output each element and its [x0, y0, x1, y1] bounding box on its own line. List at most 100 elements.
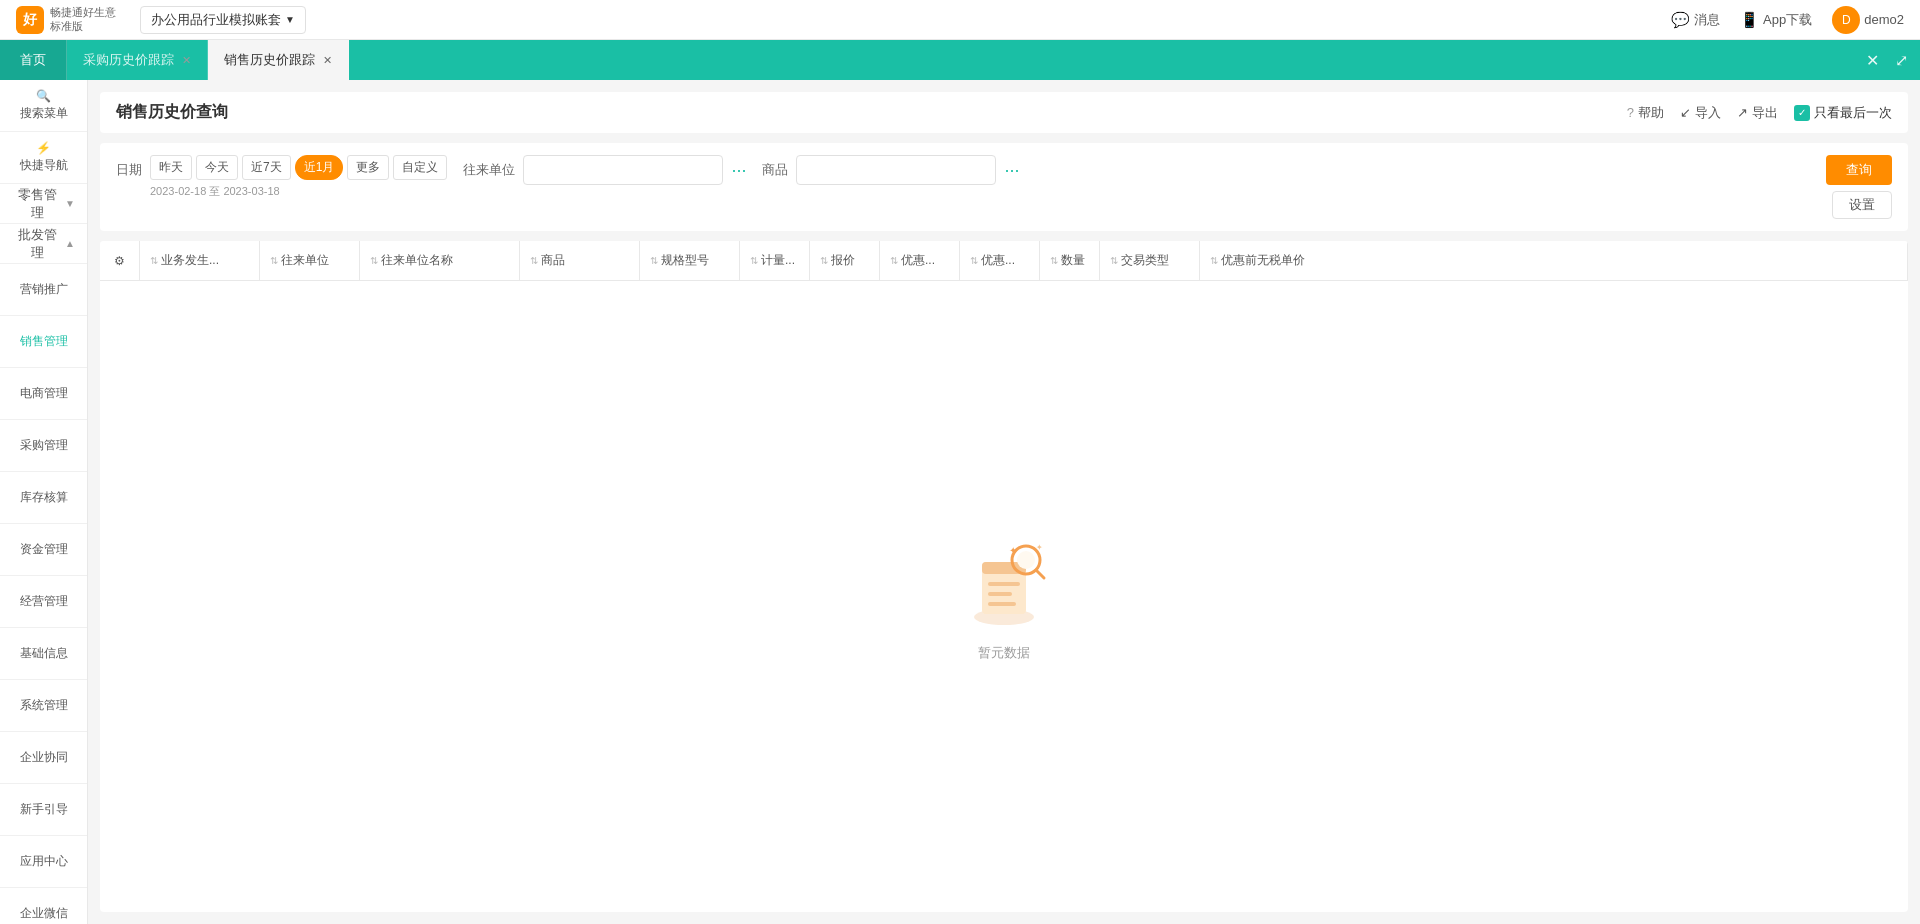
checkbox-icon: ✓: [1794, 105, 1810, 121]
partner-input[interactable]: [523, 155, 723, 185]
sidebar-item-ecommerce[interactable]: 电商管理: [0, 368, 87, 420]
maximize-button[interactable]: ⤢: [1891, 47, 1912, 74]
date-label: 日期: [116, 155, 142, 179]
th-type[interactable]: ⇅ 交易类型: [1100, 241, 1200, 280]
filter-bar: 日期 昨天 今天 近7天 近1月 更多 自定义 2023-02-18 至 202…: [100, 143, 1908, 231]
close-tab-button[interactable]: ✕: [1862, 47, 1883, 74]
sidebar-item-sales[interactable]: 销售管理: [0, 316, 87, 368]
partner-label: 往来单位: [463, 155, 515, 179]
sort-icon-type: ⇅: [1110, 255, 1118, 266]
th-partner-name[interactable]: ⇅ 往来单位名称: [360, 241, 520, 280]
user-menu[interactable]: D demo2: [1832, 6, 1904, 34]
sidebar-item-management[interactable]: 经营管理: [0, 576, 87, 628]
message-icon: 💬: [1671, 11, 1690, 29]
search-icon: 🔍: [36, 89, 51, 103]
sidebar-item-wechat[interactable]: 企业微信: [0, 888, 87, 924]
th-discount2[interactable]: ⇅ 优惠...: [960, 241, 1040, 280]
th-price[interactable]: ⇅ 报价: [810, 241, 880, 280]
sidebar-item-newbie[interactable]: 新手引导: [0, 784, 87, 836]
date-buttons: 昨天 今天 近7天 近1月 更多 自定义: [150, 155, 447, 180]
sidebar-item-search[interactable]: 🔍 搜索菜单: [0, 80, 87, 132]
sidebar-item-inventory[interactable]: 库存核算: [0, 472, 87, 524]
sidebar-item-enterprise[interactable]: 企业协同: [0, 732, 87, 784]
th-qty[interactable]: ⇅ 数量: [1040, 241, 1100, 280]
date-btn-yesterday[interactable]: 昨天: [150, 155, 192, 180]
product-select-button[interactable]: ···: [1004, 161, 1019, 179]
import-icon: ↙: [1680, 105, 1691, 120]
product-label: 商品: [762, 155, 788, 179]
sidebar-item-purchase[interactable]: 采购管理: [0, 420, 87, 472]
th-unit[interactable]: ⇅ 计量...: [740, 241, 810, 280]
svg-text:✦: ✦: [1009, 545, 1017, 556]
export-button[interactable]: ↗ 导出: [1737, 104, 1778, 122]
sort-icon-spec: ⇅: [650, 255, 658, 266]
th-notax[interactable]: ⇅ 优惠前无税单价: [1200, 241, 1908, 280]
sidebar-item-finance[interactable]: 资金管理: [0, 524, 87, 576]
download-icon: 📱: [1740, 11, 1759, 29]
th-partner[interactable]: ⇅ 往来单位: [260, 241, 360, 280]
avatar: D: [1832, 6, 1860, 34]
message-button[interactable]: 💬 消息: [1671, 11, 1720, 29]
logo-text: 畅捷通好生意 标准版: [50, 6, 116, 32]
page-title-actions: ? 帮助 ↙ 导入 ↗ 导出 ✓ 只看最后一次: [1627, 104, 1892, 122]
svg-rect-3: [988, 582, 1020, 586]
date-btn-1month[interactable]: 近1月: [295, 155, 344, 180]
date-btn-7days[interactable]: 近7天: [242, 155, 291, 180]
sidebar: 🔍 搜索菜单 ⚡ 快捷导航 零售管理 ▼ 批发管理 ▲ 营销推广 销售管理 电商…: [0, 80, 88, 924]
help-button[interactable]: ? 帮助: [1627, 104, 1664, 122]
chevron-icon: ▼: [65, 198, 75, 209]
import-button[interactable]: ↙ 导入: [1680, 104, 1721, 122]
logo-area: 好 畅捷通好生意 标准版: [16, 6, 116, 34]
product-input-area: ···: [796, 155, 1019, 185]
sidebar-item-retail[interactable]: 零售管理 ▼: [0, 184, 87, 224]
product-input[interactable]: [796, 155, 996, 185]
sort-icon-qty: ⇅: [1050, 255, 1058, 266]
th-discount1[interactable]: ⇅ 优惠...: [880, 241, 960, 280]
date-btn-custom[interactable]: 自定义: [393, 155, 447, 180]
page-content: 销售历史价查询 ? 帮助 ↙ 导入 ↗ 导出 ✓: [88, 80, 1920, 924]
sidebar-item-appcenter[interactable]: 应用中心: [0, 836, 87, 888]
sort-icon-product: ⇅: [530, 255, 538, 266]
product-filter-group: 商品 ···: [762, 155, 1019, 185]
tab-purchase-history[interactable]: 采购历史价跟踪 ✕: [67, 40, 208, 80]
sidebar-item-wholesale[interactable]: 批发管理 ▲: [0, 224, 87, 264]
sort-icon-discount2: ⇅: [970, 255, 978, 266]
sort-icon-notax: ⇅: [1210, 255, 1218, 266]
sidebar-item-marketing[interactable]: 营销推广: [0, 264, 87, 316]
app-selector[interactable]: 办公用品行业模拟账套 ▼: [140, 6, 306, 34]
th-date[interactable]: ⇅ 业务发生...: [140, 241, 260, 280]
sidebar-item-quicknav[interactable]: ⚡ 快捷导航: [0, 132, 87, 184]
sidebar-item-system[interactable]: 系统管理: [0, 680, 87, 732]
sidebar-item-basic[interactable]: 基础信息: [0, 628, 87, 680]
only-last-checkbox[interactable]: ✓ 只看最后一次: [1794, 104, 1892, 122]
svg-text:✦: ✦: [1036, 543, 1043, 552]
th-spec[interactable]: ⇅ 规格型号: [640, 241, 740, 280]
chevron-icon: ▲: [65, 238, 75, 249]
page-title: 销售历史价查询: [116, 102, 228, 123]
partner-select-button[interactable]: ···: [731, 161, 746, 179]
svg-rect-5: [988, 602, 1016, 606]
help-icon: ?: [1627, 105, 1634, 120]
tab-close-purchase[interactable]: ✕: [182, 54, 191, 67]
date-btn-more[interactable]: 更多: [347, 155, 389, 180]
table-container: ⚙ ⇅ 业务发生... ⇅ 往来单位 ⇅ 往来单位名称: [100, 241, 1908, 912]
tab-close-sales[interactable]: ✕: [323, 54, 332, 67]
table-header: ⚙ ⇅ 业务发生... ⇅ 往来单位 ⇅ 往来单位名称: [100, 241, 1908, 281]
sort-icon-unit: ⇅: [750, 255, 758, 266]
date-filter-group: 日期 昨天 今天 近7天 近1月 更多 自定义 2023-02-18 至 202…: [116, 155, 447, 199]
logo-icon: 好: [16, 6, 44, 34]
empty-text: 暂元数据: [978, 644, 1030, 662]
tab-home[interactable]: 首页: [0, 40, 67, 80]
tab-sales-history[interactable]: 销售历史价跟踪 ✕: [208, 40, 349, 80]
app-download-button[interactable]: 📱 App下载: [1740, 11, 1812, 29]
partner-filter-group: 往来单位 ···: [463, 155, 746, 185]
settings-button[interactable]: 设置: [1832, 191, 1892, 219]
sort-icon-partner: ⇅: [270, 255, 278, 266]
date-btn-today[interactable]: 今天: [196, 155, 238, 180]
th-settings[interactable]: ⚙: [100, 241, 140, 280]
svg-line-8: [1036, 570, 1044, 578]
sort-icon-price: ⇅: [820, 255, 828, 266]
th-product[interactable]: ⇅ 商品: [520, 241, 640, 280]
nav-icon: ⚡: [36, 141, 51, 155]
query-button[interactable]: 查询: [1826, 155, 1892, 185]
